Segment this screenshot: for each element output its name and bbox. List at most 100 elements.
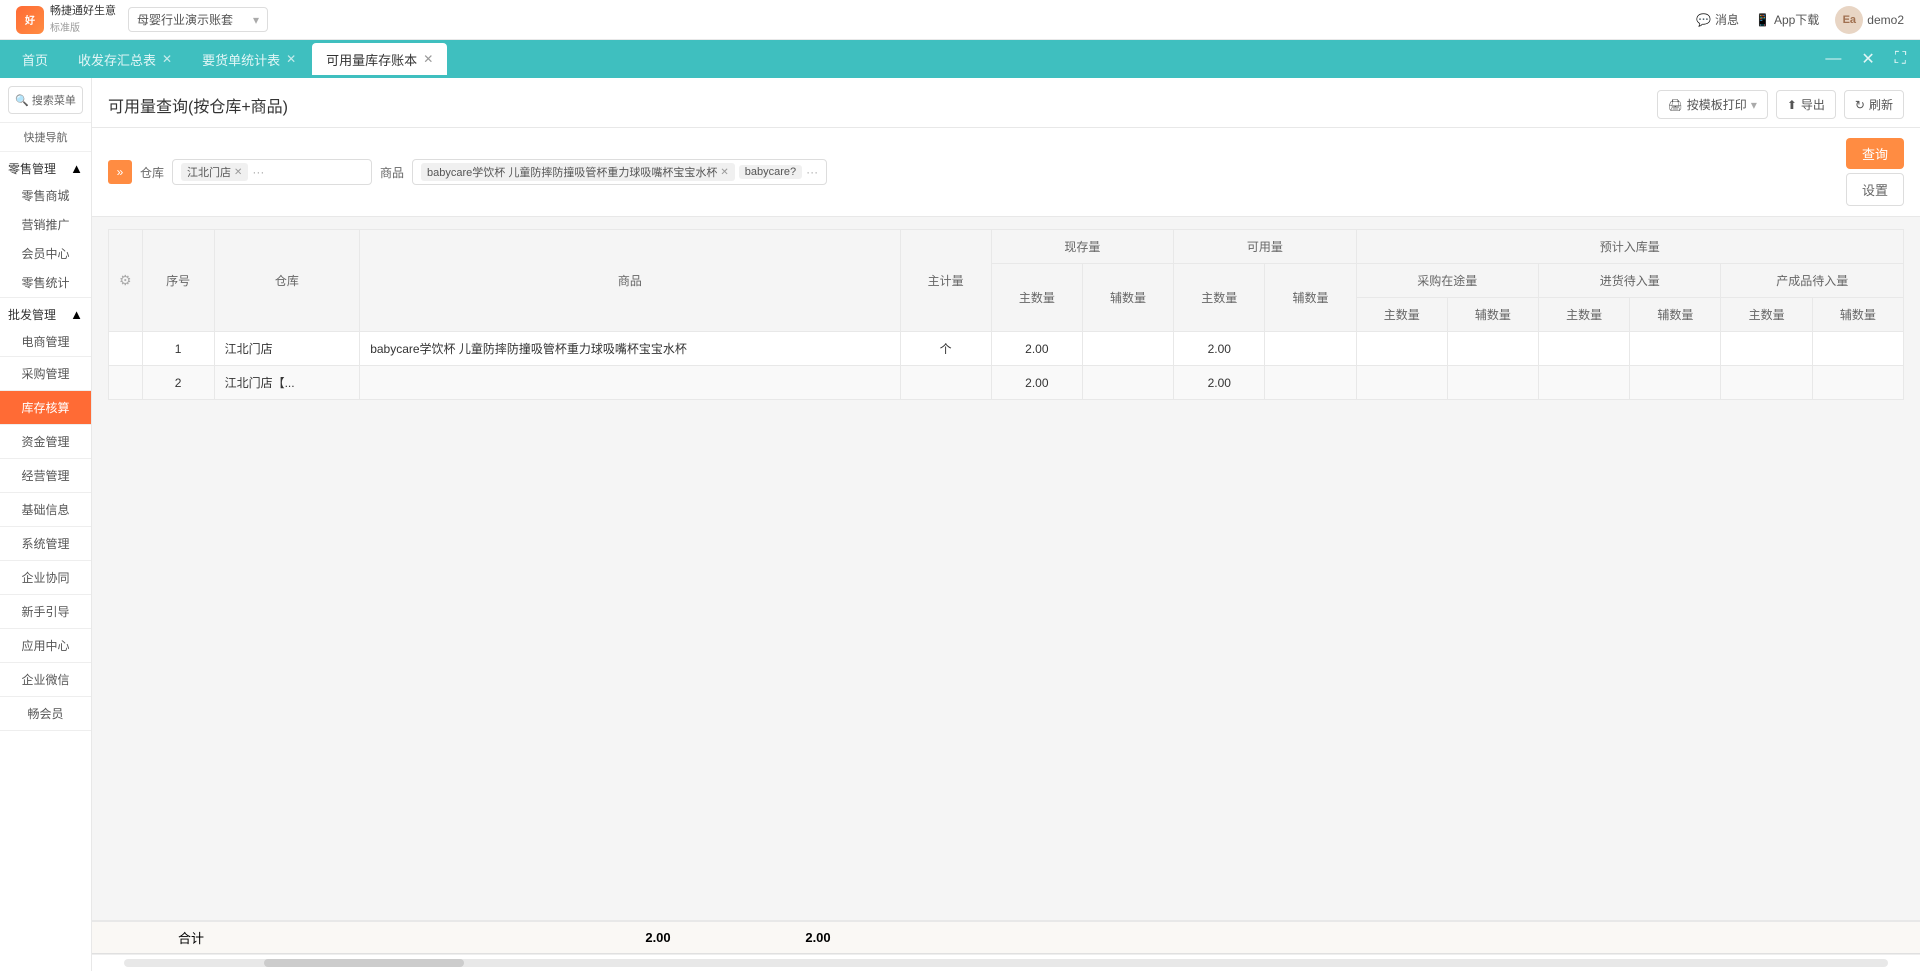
row-2-stock-aux [1082, 366, 1173, 400]
topbar-right: 💬 消息 📱 App下载 Ea demo2 [1696, 6, 1904, 34]
sidebar-item-system[interactable]: 系统管理 [0, 527, 91, 561]
refresh-icon: ↻ [1855, 98, 1865, 112]
table-footer: 合计 2.00 2.00 [92, 920, 1920, 954]
sidebar: 🔍 搜索菜单 快捷导航 零售管理 ▲ 零售商城 营销推广 会员中心 零售统计 批… [0, 78, 92, 971]
th-product-pending: 产成品待入量 [1721, 264, 1904, 298]
tab-available-stock[interactable]: 可用量库存账本 ✕ [312, 43, 447, 75]
tab-home[interactable]: 首页 [8, 43, 62, 75]
filter-area: » 仓库 江北门店 ✕ ··· 商品 babycare学饮杯 儿童防摔防撞吸管杯… [92, 128, 1920, 217]
sidebar-item-operations[interactable]: 经营管理 [0, 459, 91, 493]
th-prod-main: 主数量 [1721, 298, 1812, 332]
export-btn[interactable]: ⬆ 导出 [1776, 90, 1836, 119]
sidebar-item-app-center[interactable]: 应用中心 [0, 629, 91, 663]
row-2-avail-aux [1265, 366, 1356, 400]
logo-text: 畅捷通好生意 标准版 [50, 5, 116, 33]
filter-expand-btn[interactable]: » [108, 160, 132, 184]
sidebar-item-retail-store[interactable]: 零售商城 [0, 181, 91, 210]
sidebar-item-finance[interactable]: 资金管理 [0, 425, 91, 459]
logo-icon: 好 [16, 6, 44, 34]
th-prod-aux: 辅数量 [1812, 298, 1903, 332]
tab-available-close[interactable]: ✕ [423, 53, 433, 65]
row-1-warehouse: 江北门店 [214, 332, 360, 366]
message-btn[interactable]: 💬 消息 [1696, 11, 1739, 28]
product-label: 商品 [380, 164, 404, 181]
tab-order-close[interactable]: ✕ [286, 53, 296, 65]
sidebar-group-retail-header[interactable]: 零售管理 ▲ [0, 152, 91, 181]
settings-btn[interactable]: 设置 [1846, 173, 1904, 206]
app-download-btn[interactable]: 📱 App下载 [1755, 11, 1819, 28]
th-pur-main: 主数量 [1356, 298, 1447, 332]
user-avatar-area[interactable]: Ea demo2 [1835, 6, 1904, 34]
scrollbar-thumb[interactable] [264, 959, 464, 967]
sidebar-item-ecommerce[interactable]: 电商管理 [0, 327, 91, 356]
refresh-btn[interactable]: ↻ 刷新 [1844, 90, 1904, 119]
row-1-stock-aux [1082, 332, 1173, 366]
template-print-btn[interactable]: 🖨 按模板打印 ▾ [1657, 90, 1768, 119]
sidebar-quick-nav[interactable]: 快捷导航 [0, 123, 91, 152]
product-tag-1: babycare学饮杯 儿童防摔防撞吸管杯重力球吸嘴杯宝宝水杯 ✕ [421, 163, 735, 181]
data-table: ⚙ 序号 仓库 商品 主计量 现存量 可用量 预计入库量 主数量 辅数量 主数量 [108, 229, 1904, 400]
org-selector[interactable]: 母婴行业演示账套 ▾ [128, 7, 268, 32]
th-current-stock: 现存量 [991, 230, 1173, 264]
chevron-down-icon: ▾ [253, 13, 259, 27]
product-ellipsis[interactable]: ··· [806, 165, 818, 179]
page-title: 可用量查询(按仓库+商品) [108, 93, 288, 117]
warehouse-tag: 江北门店 ✕ [181, 163, 248, 181]
topbar: 好 畅捷通好生意 标准版 母婴行业演示账套 ▾ 💬 消息 📱 App下载 Ea … [0, 0, 1920, 40]
row-2-prod-main [1721, 366, 1812, 400]
sidebar-item-enterprise[interactable]: 企业协同 [0, 561, 91, 595]
footer-stock-main: 2.00 [618, 930, 698, 945]
th-unit: 主计量 [900, 230, 991, 332]
main-layout: 🔍 搜索菜单 快捷导航 零售管理 ▲ 零售商城 营销推广 会员中心 零售统计 批… [0, 78, 1920, 971]
row-1-inc-main [1539, 332, 1630, 366]
product-filter-input[interactable]: babycare学饮杯 儿童防摔防撞吸管杯重力球吸嘴杯宝宝水杯 ✕ babyca… [412, 159, 827, 185]
warehouse-tag-close[interactable]: ✕ [234, 167, 242, 178]
search-menu-btn[interactable]: 🔍 搜索菜单 [8, 86, 83, 114]
warehouse-ellipsis[interactable]: ··· [252, 165, 264, 179]
tab-receipt-summary[interactable]: 收发存汇总表 ✕ [64, 43, 186, 75]
th-avail-main: 主数量 [1174, 264, 1265, 332]
tab-close-all-btn[interactable]: ✕ [1855, 47, 1880, 71]
product-tag-1-close[interactable]: ✕ [720, 167, 728, 178]
row-2-avail-main: 2.00 [1174, 366, 1265, 400]
export-icon: ⬆ [1787, 98, 1797, 112]
print-icon: 🖨 [1668, 98, 1683, 112]
search-icon: 🔍 [15, 94, 29, 107]
col-settings-header: ⚙ [109, 230, 143, 332]
sidebar-item-member-club[interactable]: 畅会员 [0, 697, 91, 731]
tab-order-stats[interactable]: 要货单统计表 ✕ [188, 43, 310, 75]
row-2-inc-aux [1630, 366, 1721, 400]
message-icon: 💬 [1696, 13, 1711, 27]
sidebar-group-wholesale: 批发管理 ▲ 电商管理 [0, 298, 91, 357]
row-2-prod-aux [1812, 366, 1903, 400]
tab-receipt-close[interactable]: ✕ [162, 53, 172, 65]
tab-maximize-btn[interactable]: ⛶ [1889, 48, 1912, 70]
col-settings-icon[interactable]: ⚙ [119, 272, 132, 288]
horizontal-scrollbar[interactable] [124, 959, 1888, 967]
sidebar-group-wholesale-header[interactable]: 批发管理 ▲ [0, 298, 91, 327]
row-1-avail-aux [1265, 332, 1356, 366]
content: 可用量查询(按仓库+商品) 🖨 按模板打印 ▾ ⬆ 导出 ↻ 刷新 [92, 78, 1920, 971]
th-incoming-stock: 预计入库量 [1356, 230, 1903, 264]
query-btn[interactable]: 查询 [1846, 138, 1904, 169]
sidebar-item-retail-stats[interactable]: 零售统计 [0, 268, 91, 297]
footer-avail-main: 2.00 [778, 930, 858, 945]
sidebar-item-wechat[interactable]: 企业微信 [0, 663, 91, 697]
row-2-stock-main: 2.00 [991, 366, 1082, 400]
tab-receipt-label: 收发存汇总表 [78, 50, 156, 69]
row-1-settings [109, 332, 143, 366]
product-tag-2: babycare? [739, 165, 802, 179]
sidebar-item-marketing[interactable]: 营销推广 [0, 210, 91, 239]
row-2-settings [109, 366, 143, 400]
sidebar-item-new-guide[interactable]: 新手引导 [0, 595, 91, 629]
table-row: 1 江北门店 babycare学饮杯 儿童防摔防撞吸管杯重力球吸嘴杯宝宝水杯 个… [109, 332, 1904, 366]
table-row: 2 江北门店【... 2.00 2.00 [109, 366, 1904, 400]
sidebar-item-inventory[interactable]: 库存核算 [0, 391, 91, 425]
sidebar-search: 🔍 搜索菜单 [0, 78, 91, 123]
sidebar-item-basic[interactable]: 基础信息 [0, 493, 91, 527]
tab-minimize-btn[interactable]: — [1819, 48, 1847, 70]
sidebar-item-members[interactable]: 会员中心 [0, 239, 91, 268]
warehouse-filter-input[interactable]: 江北门店 ✕ ··· [172, 159, 372, 185]
th-purchase-transit: 采购在途量 [1356, 264, 1538, 298]
sidebar-item-purchase[interactable]: 采购管理 [0, 357, 91, 391]
